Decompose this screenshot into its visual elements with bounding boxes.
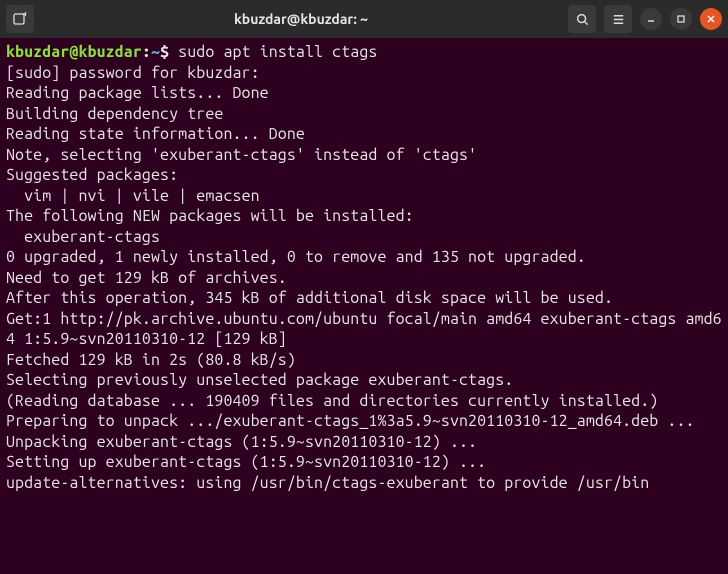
maximize-icon bbox=[676, 14, 686, 24]
prompt-dollar: $ bbox=[160, 43, 169, 61]
prompt-userhost: kbuzdar@kbuzdar bbox=[6, 43, 142, 61]
search-icon bbox=[575, 12, 590, 27]
titlebar-left bbox=[6, 5, 34, 33]
maximize-button[interactable] bbox=[670, 8, 692, 30]
new-tab-icon bbox=[12, 11, 28, 27]
window-title: kbuzdar@kbuzdar: ~ bbox=[34, 11, 568, 27]
window-titlebar: kbuzdar@kbuzdar: ~ bbox=[0, 0, 728, 38]
titlebar-right bbox=[568, 5, 722, 33]
search-button[interactable] bbox=[568, 5, 596, 33]
menu-button[interactable] bbox=[604, 5, 632, 33]
hamburger-icon bbox=[611, 12, 626, 27]
new-tab-button[interactable] bbox=[6, 5, 34, 33]
terminal-output: [sudo] password for kbuzdar: Reading pac… bbox=[6, 64, 722, 492]
prompt-command: sudo apt install ctags bbox=[178, 43, 377, 61]
terminal-area[interactable]: kbuzdar@kbuzdar:~$ sudo apt install ctag… bbox=[0, 38, 728, 497]
close-icon bbox=[706, 14, 716, 24]
minimize-icon bbox=[646, 14, 656, 24]
minimize-button[interactable] bbox=[640, 8, 662, 30]
close-button[interactable] bbox=[700, 8, 722, 30]
prompt-colon: : bbox=[142, 43, 151, 61]
prompt-path: ~ bbox=[151, 43, 160, 61]
